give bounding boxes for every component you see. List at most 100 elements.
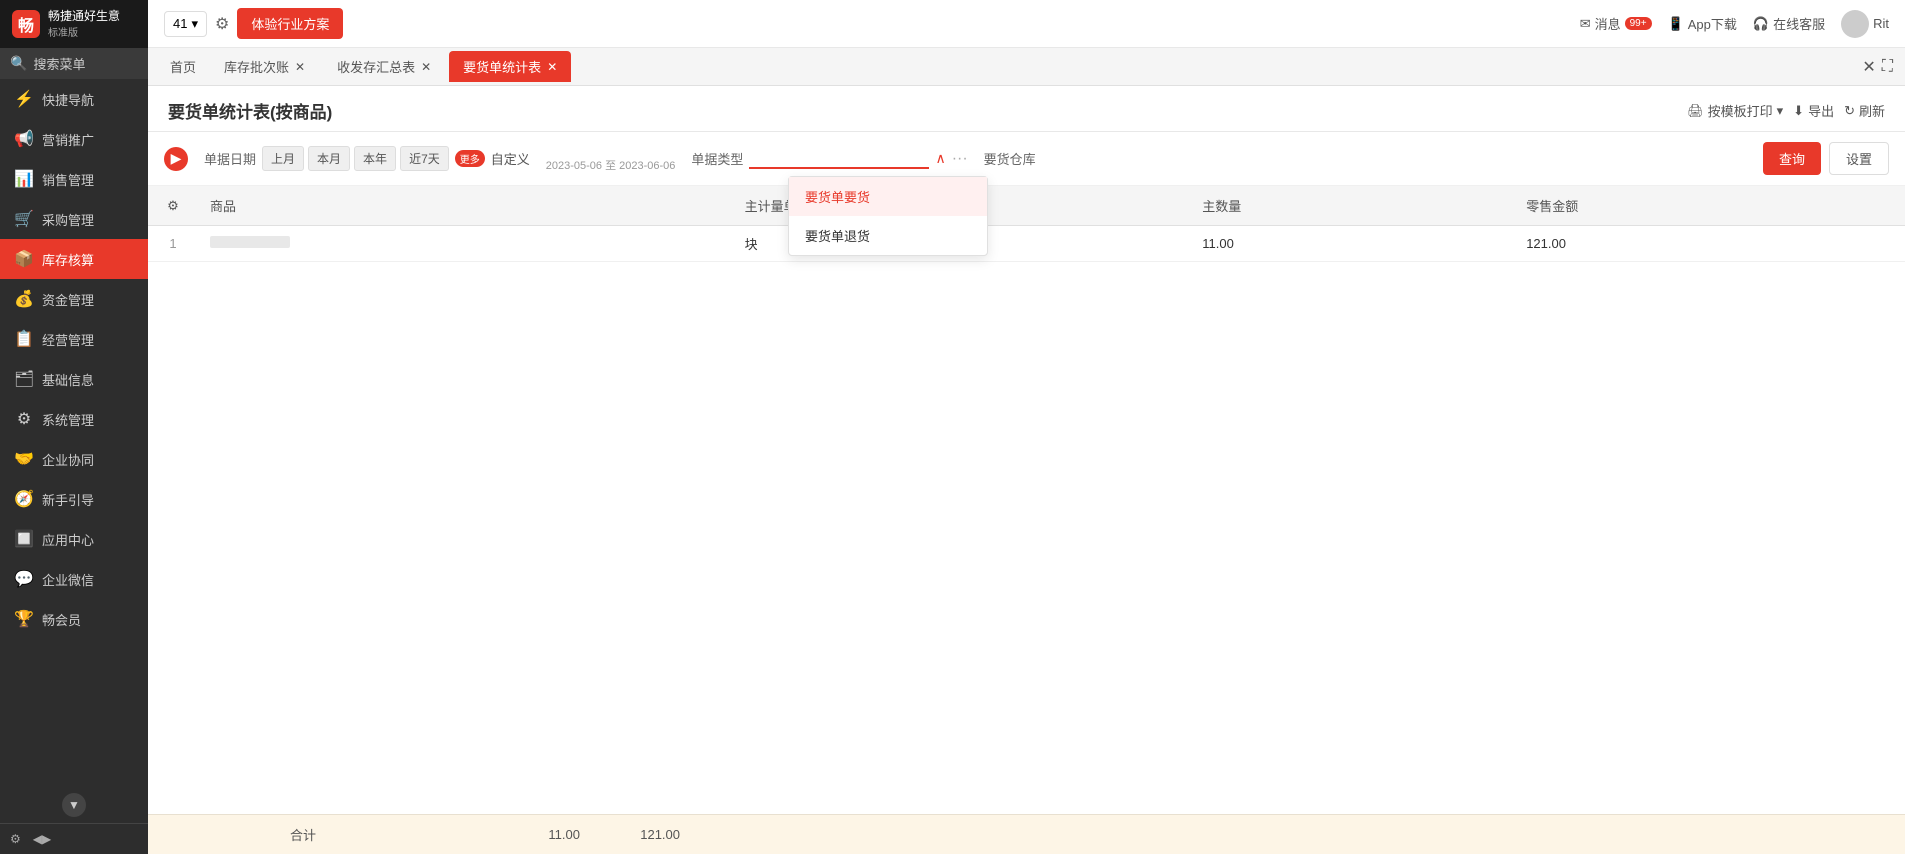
dropdown-item-order-goods[interactable]: 要货单要货 bbox=[789, 177, 987, 216]
promo-btn[interactable]: 体验行业方案 bbox=[237, 8, 343, 39]
app-download-btn[interactable]: 📱 App下载 bbox=[1668, 14, 1737, 33]
sidebar-item-app-center[interactable]: 🔲 应用中心 bbox=[0, 519, 148, 559]
export-btn[interactable]: ⬇ 导出 bbox=[1793, 101, 1834, 120]
type-filter-input[interactable] bbox=[749, 148, 929, 169]
print-btn[interactable]: 🖨 按模板打印 ▾ bbox=[1687, 101, 1783, 120]
avatar bbox=[1841, 10, 1869, 38]
row-quantity: 11.00 bbox=[1190, 226, 1514, 262]
search-menu[interactable]: 🔍 搜索菜单 bbox=[0, 48, 148, 79]
sidebar-item-member[interactable]: 🏆 畅会员 bbox=[0, 599, 148, 639]
app-download-icon: 📱 bbox=[1668, 16, 1684, 32]
user-avatar-btn[interactable]: Rit bbox=[1841, 10, 1889, 38]
main-area: 41 ▾ ⚙ 体验行业方案 ✉ 消息 99+ 📱 App下载 🎧 在线客服 R bbox=[148, 0, 1905, 854]
app-download-label: App下载 bbox=[1688, 14, 1737, 33]
sidebar-item-quick-nav[interactable]: ⚡ 快捷导航 bbox=[0, 79, 148, 119]
marketing-label: 营销推广 bbox=[42, 130, 94, 149]
last-month-btn[interactable]: 上月 bbox=[262, 146, 304, 171]
sidebar-item-wechat[interactable]: 💬 企业微信 bbox=[0, 559, 148, 599]
marketing-icon: 📢 bbox=[14, 129, 34, 149]
company-selector-label: 41 bbox=[173, 16, 187, 31]
this-year-btn[interactable]: 本年 bbox=[354, 146, 396, 171]
tab-batch-account-close[interactable]: ✕ bbox=[295, 61, 305, 73]
topbar-gear-icon[interactable]: ⚙ bbox=[215, 14, 229, 34]
footer-total-label: 合计 bbox=[290, 825, 316, 844]
wechat-label: 企业微信 bbox=[42, 570, 94, 589]
sidebar-item-system[interactable]: ⚙ 系统管理 bbox=[0, 399, 148, 439]
type-filter-more[interactable]: ··· bbox=[952, 150, 968, 168]
purchase-label: 采购管理 bbox=[42, 210, 94, 229]
app-center-label: 应用中心 bbox=[42, 530, 94, 549]
refresh-icon: ↻ bbox=[1844, 103, 1855, 119]
more-dates-badge[interactable]: 更多 bbox=[455, 150, 485, 167]
page-title: 要货单统计表(按商品) bbox=[168, 98, 332, 123]
message-btn[interactable]: ✉ 消息 99+ bbox=[1580, 14, 1652, 33]
this-month-btn[interactable]: 本月 bbox=[308, 146, 350, 171]
page-header-actions: 🖨 按模板打印 ▾ ⬇ 导出 ↻ 刷新 bbox=[1687, 101, 1885, 120]
col-amount: 零售金额 bbox=[1514, 186, 1905, 226]
refresh-btn[interactable]: ↻ 刷新 bbox=[1844, 101, 1885, 120]
search-menu-label: 搜索菜单 bbox=[33, 54, 85, 73]
tab-recv-summary-label: 收发存汇总表 bbox=[337, 57, 415, 76]
sidebar: 畅 畅捷通好生意 标准版 🔍 搜索菜单 ⚡ 快捷导航 📢 营销推广 📊 销售管理… bbox=[0, 0, 148, 854]
type-filter-chevron[interactable]: ∧ bbox=[935, 150, 945, 167]
sidebar-item-finance[interactable]: 💰 资金管理 bbox=[0, 279, 148, 319]
sidebar-item-sales[interactable]: 📊 销售管理 bbox=[0, 159, 148, 199]
tab-order-summary[interactable]: 要货单统计表 ✕ bbox=[449, 51, 571, 82]
tab-home[interactable]: 首页 bbox=[160, 51, 206, 82]
tabs-close-btn[interactable]: ✕ bbox=[1862, 57, 1875, 77]
sidebar-bottom: ⚙ ◀▶ bbox=[0, 823, 148, 854]
quick-nav-icon: ⚡ bbox=[14, 89, 34, 109]
custom-date-btn[interactable]: 自定义 bbox=[491, 149, 530, 168]
row-amount: 121.00 bbox=[1514, 226, 1905, 262]
sidebar-item-guide[interactable]: 🧭 新手引导 bbox=[0, 479, 148, 519]
page-header: 要货单统计表(按商品) 🖨 按模板打印 ▾ ⬇ 导出 ↻ 刷新 bbox=[148, 86, 1905, 132]
sidebar-item-inventory[interactable]: 📦 库存核算 bbox=[0, 239, 148, 279]
sales-label: 销售管理 bbox=[42, 170, 94, 189]
sidebar-item-purchase[interactable]: 🛒 采购管理 bbox=[0, 199, 148, 239]
company-selector[interactable]: 41 ▾ bbox=[164, 11, 207, 37]
filter-expand-btn[interactable]: ▶ bbox=[164, 147, 188, 171]
filter-actions: 查询 设置 bbox=[1763, 142, 1889, 175]
dropdown-item-order-goods-label: 要货单要货 bbox=[805, 190, 870, 205]
sidebar-collapse-btn[interactable]: ◀▶ bbox=[33, 832, 51, 846]
tab-order-summary-close[interactable]: ✕ bbox=[547, 61, 557, 73]
row-product bbox=[198, 226, 733, 262]
sidebar-item-marketing[interactable]: 📢 营销推广 bbox=[0, 119, 148, 159]
user-name: Rit bbox=[1873, 16, 1889, 31]
topbar-left: 41 ▾ ⚙ 体验行业方案 bbox=[164, 8, 1568, 39]
online-service-btn[interactable]: 🎧 在线客服 bbox=[1753, 14, 1825, 33]
member-icon: 🏆 bbox=[14, 609, 34, 629]
sidebar-item-enterprise[interactable]: 🤝 企业协同 bbox=[0, 439, 148, 479]
filter-bar: ▶ 单据日期 上月 本月 本年 近7天 更多 自定义 2023-05-06 至 … bbox=[148, 132, 1905, 186]
dropdown-item-order-return-label: 要货单退货 bbox=[805, 229, 870, 244]
purchase-icon: 🛒 bbox=[14, 209, 34, 229]
logo-icon: 畅 bbox=[12, 10, 40, 38]
table-header-row: ⚙ 商品 主计量单位 主数量 零售金额 bbox=[148, 186, 1905, 226]
sidebar-item-basic-info[interactable]: 🗂 基础信息 bbox=[0, 359, 148, 399]
date-filter-btns: 上月 本月 本年 近7天 bbox=[262, 146, 449, 171]
tabs-expand-btn[interactable]: ⛶ bbox=[1882, 58, 1893, 76]
topbar: 41 ▾ ⚙ 体验行业方案 ✉ 消息 99+ 📱 App下载 🎧 在线客服 R bbox=[148, 0, 1905, 48]
print-icon: 🖨 bbox=[1687, 103, 1704, 119]
logo-sub: 标准版 bbox=[48, 24, 120, 39]
scroll-down-btn[interactable]: ▼ bbox=[62, 793, 86, 817]
last-7-days-btn[interactable]: 近7天 bbox=[400, 146, 449, 171]
sidebar-settings-btn[interactable]: ⚙ bbox=[10, 832, 21, 846]
enterprise-label: 企业协同 bbox=[42, 450, 94, 469]
settings-btn[interactable]: 设置 bbox=[1829, 142, 1889, 175]
quick-nav-label: 快捷导航 bbox=[42, 90, 94, 109]
tab-batch-account[interactable]: 库存批次账 ✕ bbox=[210, 51, 319, 82]
tab-recv-summary-close[interactable]: ✕ bbox=[421, 61, 431, 73]
tab-recv-summary[interactable]: 收发存汇总表 ✕ bbox=[323, 51, 445, 82]
sidebar-item-operations[interactable]: 📋 经营管理 bbox=[0, 319, 148, 359]
type-filter-group: 单据类型 ∧ ··· bbox=[691, 148, 967, 169]
footer-amount: 121.00 bbox=[600, 827, 680, 842]
query-btn[interactable]: 查询 bbox=[1763, 142, 1821, 175]
page-content: 要货单统计表(按商品) 🖨 按模板打印 ▾ ⬇ 导出 ↻ 刷新 ▶ bbox=[148, 86, 1905, 854]
collapse-icon: ◀▶ bbox=[33, 832, 51, 846]
message-badge: 99+ bbox=[1625, 17, 1652, 30]
tabs-bar: 首页 库存批次账 ✕ 收发存汇总表 ✕ 要货单统计表 ✕ ✕ ⛶ bbox=[148, 48, 1905, 86]
col-settings[interactable]: ⚙ bbox=[148, 186, 198, 226]
col-quantity: 主数量 bbox=[1190, 186, 1514, 226]
dropdown-item-order-return[interactable]: 要货单退货 bbox=[789, 216, 987, 255]
